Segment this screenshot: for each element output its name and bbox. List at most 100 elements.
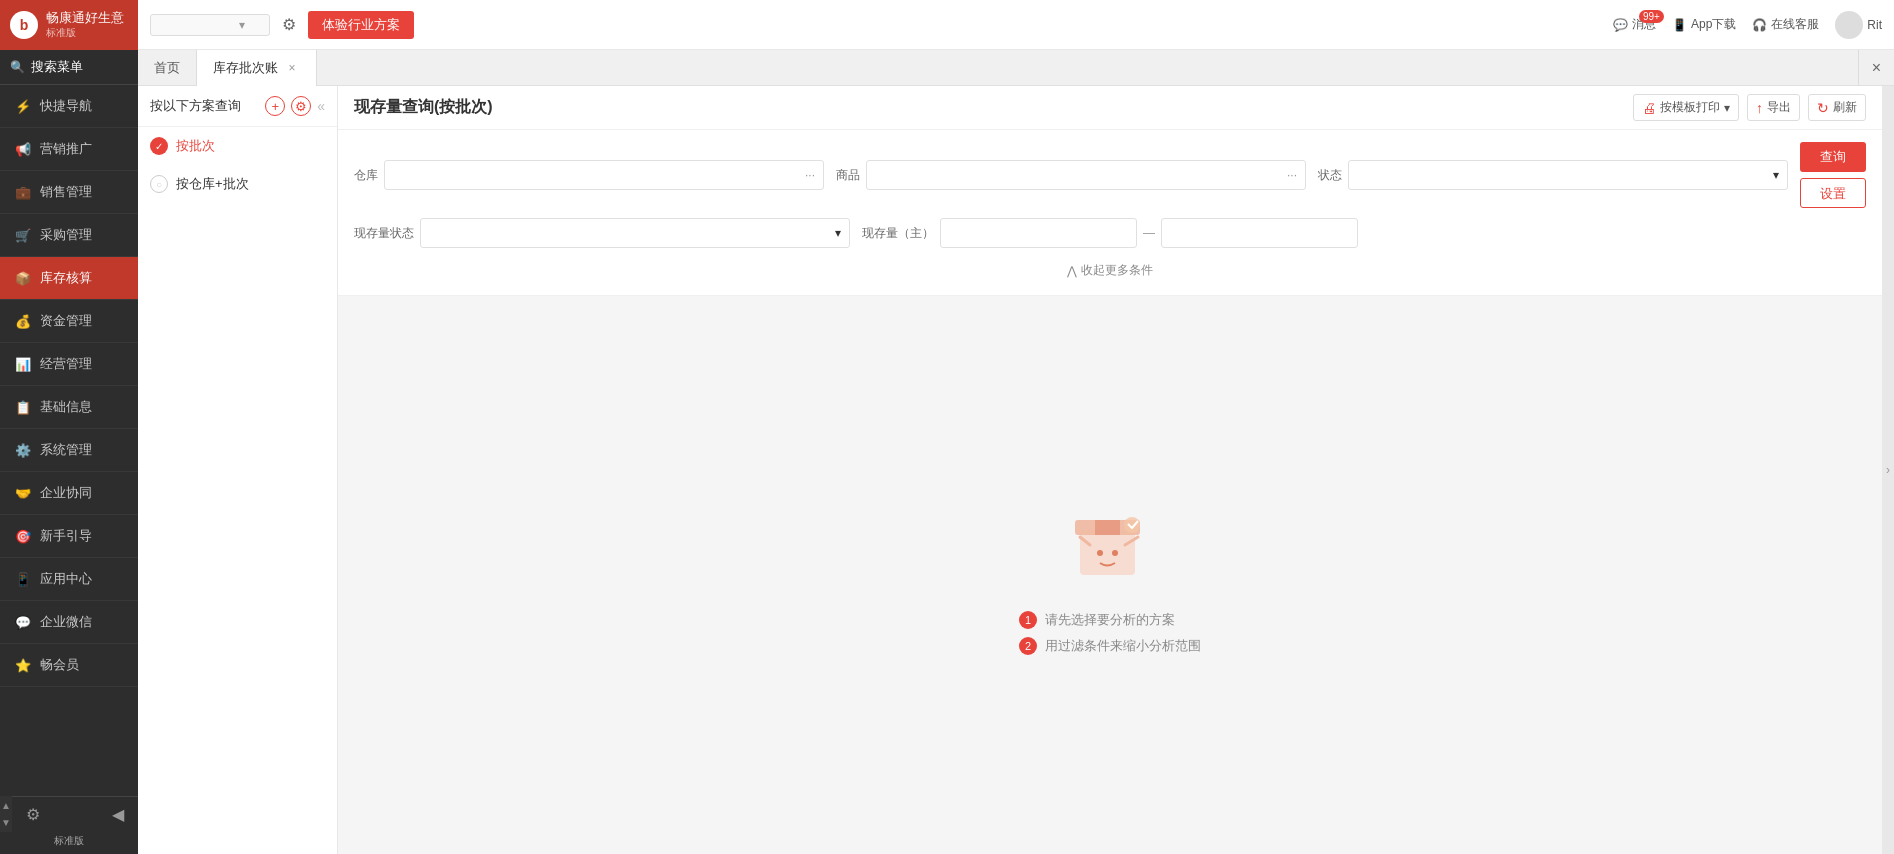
trial-btn[interactable]: 体验行业方案 [308, 11, 414, 39]
online-service-btn[interactable]: 🎧 在线客服 [1752, 16, 1819, 33]
right-edge[interactable]: › [1882, 86, 1894, 854]
right-panel: 现存量查询(按批次) 🖨 按模板打印 ▾ ↑ 导出 ↻ 刷新 [338, 86, 1882, 854]
sidebar-item-label: 经营管理 [40, 355, 92, 373]
settings-gear-icon[interactable]: ⚙ [282, 15, 296, 34]
tip-num-1: 1 [1019, 611, 1037, 629]
system-icon: ⚙️ [14, 441, 32, 459]
svg-point-4 [1097, 550, 1103, 556]
tip-num-2: 2 [1019, 637, 1037, 655]
print-icon: 🖨 [1642, 100, 1656, 116]
tab-home[interactable]: 首页 [138, 50, 197, 86]
sidebar-item-members[interactable]: ⭐ 畅会员 [0, 644, 138, 687]
collapse-label: 收起更多条件 [1081, 262, 1153, 279]
sidebar-item-finance[interactable]: 💰 资金管理 [0, 300, 138, 343]
message-btn[interactable]: 💬 消息 99+ [1613, 16, 1656, 33]
inventory-status-filter: 现存量状态 ▾ [354, 218, 850, 248]
members-icon: ⭐ [14, 656, 32, 674]
page-title: 现存量查询(按批次) [354, 97, 493, 118]
scheme-settings-btn[interactable]: ⚙ [291, 96, 311, 116]
tabbar: 首页 库存批次账 × × [138, 50, 1894, 86]
sidebar-item-label: 基础信息 [40, 398, 92, 416]
left-panel-header: 按以下方案查询 + ⚙ « [138, 86, 337, 127]
left-panel: 按以下方案查询 + ⚙ « ✓ 按批次 ○ 按仓库+批次 [138, 86, 338, 854]
export-btn[interactable]: ↑ 导出 [1747, 94, 1800, 121]
sidebar-item-wechat[interactable]: 💬 企业微信 [0, 601, 138, 644]
scheme-by-warehouse-batch[interactable]: ○ 按仓库+批次 [138, 165, 337, 203]
user-avatar-btn[interactable]: Rit [1835, 11, 1882, 39]
quick-nav-icon: ⚡ [14, 97, 32, 115]
export-btn-label: 导出 [1767, 99, 1791, 116]
empty-tip-1: 1 请先选择要分析的方案 [1019, 611, 1201, 629]
collapse-more-btn[interactable]: ⋀ 收起更多条件 [354, 258, 1866, 283]
sidebar-item-operations[interactable]: 📊 经营管理 [0, 343, 138, 386]
inventory-qty-to[interactable] [1161, 218, 1358, 248]
collapse-panel-btn[interactable]: « [317, 98, 325, 114]
topbar-search-input[interactable] [159, 18, 239, 32]
query-btn[interactable]: 查询 [1800, 142, 1866, 172]
sidebar-search-label: 搜索菜单 [31, 58, 83, 76]
app-logo: b [10, 11, 38, 39]
add-scheme-btn[interactable]: + [265, 96, 285, 116]
sidebar-item-enterprise[interactable]: 🤝 企业协同 [0, 472, 138, 515]
print-btn[interactable]: 🖨 按模板打印 ▾ [1633, 94, 1739, 121]
sidebar-header: b 畅康通好生意 标准版 [0, 0, 138, 50]
svg-point-3 [1124, 517, 1140, 533]
sidebar-item-apps[interactable]: 📱 应用中心 [0, 558, 138, 601]
svg-rect-0 [1080, 530, 1135, 575]
sidebar-item-label: 新手引导 [40, 527, 92, 545]
topbar-right: 💬 消息 99+ 📱 App下载 🎧 在线客服 Rit [1613, 11, 1882, 39]
main-wrapper: ▾ ⚙ 体验行业方案 💬 消息 99+ 📱 App下载 🎧 在线客服 Rit [138, 0, 1894, 854]
app-download-btn[interactable]: 📱 App下载 [1672, 16, 1736, 33]
product-filter: 商品 ··· [836, 160, 1306, 190]
filter-range-dash: — [1143, 226, 1155, 240]
message-icon: 💬 [1613, 18, 1628, 32]
inventory-status-select[interactable]: ▾ [420, 218, 850, 248]
purchase-icon: 🛒 [14, 226, 32, 244]
wechat-icon: 💬 [14, 613, 32, 631]
avatar [1835, 11, 1863, 39]
sidebar-scroll-up[interactable]: ▲ [1, 800, 11, 811]
content-area: 按以下方案查询 + ⚙ « ✓ 按批次 ○ 按仓库+批次 现存量查询(按批次) [138, 86, 1894, 854]
sidebar-item-label: 企业微信 [40, 613, 92, 631]
sidebar-version-tag: 标准版 [0, 832, 138, 854]
sidebar-item-label: 销售管理 [40, 183, 92, 201]
product-input[interactable]: ··· [866, 160, 1306, 190]
scheme-by-warehouse-batch-label: 按仓库+批次 [176, 175, 249, 193]
inventory-qty-from[interactable] [940, 218, 1137, 248]
sidebar-item-inventory[interactable]: 📦 库存核算 [0, 257, 138, 300]
panel-close-btn[interactable]: × [1858, 50, 1894, 86]
sidebar-item-newbie[interactable]: 🎯 新手引导 [0, 515, 138, 558]
sidebar-scroll-down[interactable]: ▼ [1, 817, 11, 828]
sidebar-item-basics[interactable]: 📋 基础信息 [0, 386, 138, 429]
empty-state: 1 请先选择要分析的方案 2 用过滤条件来缩小分析范围 [338, 296, 1882, 854]
status-select[interactable]: ▾ [1348, 160, 1788, 190]
sidebar-item-sales[interactable]: 💼 销售管理 [0, 171, 138, 214]
tab-home-label: 首页 [154, 59, 180, 77]
sidebar-item-system[interactable]: ⚙️ 系统管理 [0, 429, 138, 472]
warehouse-filter: 仓库 ··· [354, 160, 824, 190]
topbar: ▾ ⚙ 体验行业方案 💬 消息 99+ 📱 App下载 🎧 在线客服 Rit [138, 0, 1894, 50]
filter-area: 仓库 ··· 商品 ··· 状态 [338, 130, 1882, 296]
filter-settings-btn[interactable]: 设置 [1800, 178, 1866, 208]
app-subtitle: 标准版 [46, 26, 124, 40]
filter-row-1: 仓库 ··· 商品 ··· 状态 [354, 142, 1866, 208]
refresh-btn[interactable]: ↻ 刷新 [1808, 94, 1866, 121]
collapse-icon[interactable]: ◀ [112, 805, 124, 824]
sidebar-search[interactable]: 🔍 搜索菜单 [0, 50, 138, 85]
scheme-by-batch-label: 按批次 [176, 137, 215, 155]
warehouse-input[interactable]: ··· [384, 160, 824, 190]
operations-icon: 📊 [14, 355, 32, 373]
scheme-by-batch[interactable]: ✓ 按批次 [138, 127, 337, 165]
sidebar-item-quick-nav[interactable]: ⚡ 快捷导航 [0, 85, 138, 128]
settings-icon[interactable]: ⚙ [26, 805, 40, 824]
sidebar-item-marketing[interactable]: 📢 营销推广 [0, 128, 138, 171]
tab-close-btn[interactable]: × [284, 60, 300, 76]
inventory-qty-label: 现存量（主） [862, 225, 934, 242]
sidebar-item-label: 营销推广 [40, 140, 92, 158]
sidebar-item-purchase[interactable]: 🛒 采购管理 [0, 214, 138, 257]
tab-inventory-batch[interactable]: 库存批次账 × [197, 50, 317, 86]
topbar-search-box[interactable]: ▾ [150, 14, 270, 36]
sidebar-item-label: 畅会员 [40, 656, 79, 674]
filter-row-2: 现存量状态 ▾ 现存量（主） — [354, 218, 1866, 248]
online-service-label: 在线客服 [1771, 16, 1819, 33]
